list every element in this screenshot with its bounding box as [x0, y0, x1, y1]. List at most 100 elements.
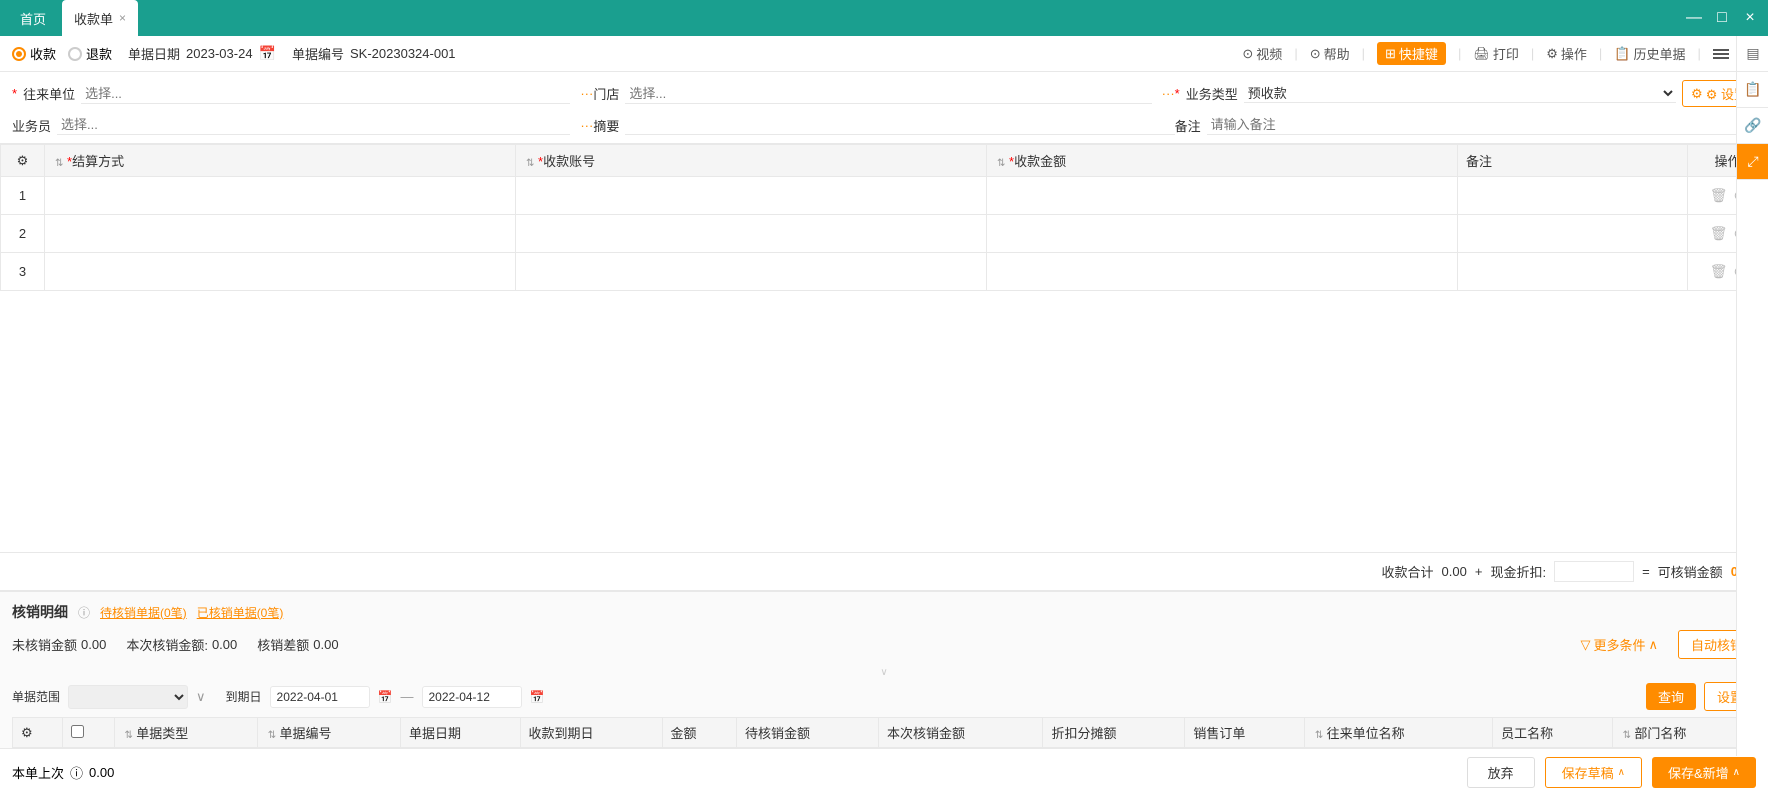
chevron-up-icon: ∧ — [1648, 637, 1658, 653]
divider2: | — [1362, 46, 1365, 61]
row-3-settlement[interactable] — [45, 253, 516, 291]
sort-icon-doc-type: ⇅ — [125, 730, 133, 741]
date-to-calendar-icon[interactable]: 📅 — [530, 690, 545, 704]
bottom-col-sales-order: 销售订单 — [1185, 718, 1304, 748]
tab-close-icon[interactable]: × — [119, 11, 126, 25]
prev-value: 0.00 — [89, 765, 114, 780]
abandon-button[interactable]: 放弃 — [1467, 757, 1535, 788]
print-action[interactable]: 🖨 打印 — [1473, 44, 1519, 63]
sales-more-icon[interactable]: ··· — [580, 118, 593, 133]
divider6: | — [1698, 46, 1701, 61]
menu-icon[interactable] — [1713, 49, 1729, 59]
date-to-input[interactable] — [422, 686, 522, 708]
menu-line1 — [1713, 49, 1729, 51]
receipt-table-body: 1 🗑 ⊕ 2 — [1, 177, 1768, 291]
more-conditions-link[interactable]: ▽ 更多条件 ∧ — [1580, 635, 1658, 654]
row-3-amount[interactable] — [987, 253, 1458, 291]
row-2-settlement[interactable] — [45, 215, 516, 253]
bottom-col-doc-type: ⇅ 单据类型 — [114, 718, 257, 748]
table-header-row: ⚙ ⇅ *结算方式 ⇅ *收款账号 ⇅ *收款金额 备注 — [1, 145, 1768, 177]
radio-receipt[interactable]: 收款 — [12, 44, 56, 63]
help-icon: ⊙ — [1310, 46, 1321, 62]
tab-receipt[interactable]: 收款单 × — [62, 0, 138, 36]
save-draft-label: 保存草稿 — [1562, 763, 1614, 782]
date-from-calendar-icon[interactable]: 📅 — [378, 690, 393, 704]
query-button[interactable]: 查询 — [1646, 683, 1696, 710]
minimize-button[interactable]: — — [1684, 9, 1704, 27]
sidebar-table-icon[interactable]: ▤ — [1737, 36, 1768, 72]
shortcut-action[interactable]: ⊞ 快捷键 — [1377, 42, 1446, 65]
remark-input[interactable] — [1207, 115, 1756, 135]
doc-range-select[interactable] — [68, 685, 188, 709]
row-1-account[interactable] — [516, 177, 987, 215]
sales-input[interactable] — [57, 115, 570, 135]
row-2-delete-icon[interactable]: 🗑 — [1710, 225, 1728, 242]
row-2-amount[interactable] — [987, 215, 1458, 253]
shop-label: 门店 — [593, 84, 619, 103]
radio-refund-label: 退款 — [86, 44, 112, 63]
shop-more-icon[interactable]: ··· — [1162, 86, 1175, 101]
writeoff-info-icon[interactable]: ⓘ — [78, 604, 90, 621]
divider4: | — [1531, 46, 1534, 61]
date-label: 单据日期 — [128, 44, 180, 63]
radio-refund-circle — [68, 47, 82, 61]
date-field: 单据日期 2023-03-24 📅 — [128, 44, 276, 63]
sidebar-doc-icon[interactable]: 📋 — [1737, 72, 1768, 108]
print-icon: 🖨 — [1473, 46, 1490, 62]
counterpart-input[interactable] — [81, 84, 570, 104]
tab-receipt-label: 收款单 — [74, 9, 113, 28]
col-settings-header[interactable]: ⚙ — [1, 145, 45, 177]
biz-type-select-wrap[interactable]: 预收款 — [1244, 85, 1676, 103]
pending-tab[interactable]: 待核销单据(0笔) — [100, 604, 187, 621]
discount-input[interactable] — [1554, 561, 1634, 582]
equals-sign: = — [1642, 564, 1650, 579]
menu-line2 — [1713, 53, 1729, 55]
operations-label: 操作 — [1561, 44, 1587, 63]
table-row: 1 🗑 ⊕ — [1, 177, 1768, 215]
remark-label: 备注 — [1175, 116, 1201, 135]
tab-home[interactable]: 首页 — [8, 0, 58, 36]
diff-value: 0.00 — [313, 637, 338, 652]
sort-icon-account: ⇅ — [526, 158, 534, 169]
row-1-remark[interactable] — [1458, 177, 1688, 215]
done-tab[interactable]: 已核销单据(0笔) — [197, 604, 284, 621]
save-draft-button[interactable]: 保存草稿 ∧ — [1545, 757, 1642, 788]
divider5: | — [1599, 46, 1602, 61]
counterpart-more-icon[interactable]: ··· — [580, 86, 593, 101]
date-from-input[interactable] — [270, 686, 370, 708]
bottom-table-header-row: ⚙ ⇅ 单据类型 ⇅ 单据编号 — [13, 718, 1756, 748]
radio-receipt-circle — [12, 47, 26, 61]
radio-refund[interactable]: 退款 — [68, 44, 112, 63]
bottom-col-counterpart: ⇅ 往来单位名称 — [1304, 718, 1492, 748]
biz-type-select[interactable]: 预收款 — [1244, 85, 1676, 102]
col-account-header: ⇅ *收款账号 — [516, 145, 987, 177]
current-label: 本次核销金额: — [126, 635, 208, 654]
row-3-remark[interactable] — [1458, 253, 1688, 291]
video-action[interactable]: ⊙ 视频 — [1242, 44, 1282, 63]
help-action[interactable]: ⊙ 帮助 — [1310, 44, 1350, 63]
save-new-button[interactable]: 保存&新增 ∧ — [1652, 757, 1756, 788]
row-2-remark[interactable] — [1458, 215, 1688, 253]
row-1-amount[interactable] — [987, 177, 1458, 215]
maximize-button[interactable]: □ — [1712, 9, 1732, 27]
summary-input[interactable] — [625, 115, 1174, 135]
prev-info-icon[interactable]: ⓘ — [70, 763, 83, 782]
close-button[interactable]: × — [1740, 9, 1760, 27]
sidebar-expand-icon[interactable]: ⤢ — [1737, 144, 1768, 180]
row-1-settlement[interactable] — [45, 177, 516, 215]
date-icon[interactable]: 📅 — [259, 45, 276, 62]
row-3-account[interactable] — [516, 253, 987, 291]
sidebar-link-icon[interactable]: 🔗 — [1737, 108, 1768, 144]
writeoff-title: 核销明细 — [12, 602, 68, 622]
row-1-delete-icon[interactable]: 🗑 — [1710, 187, 1728, 204]
operations-action[interactable]: ⚙ 操作 — [1546, 44, 1587, 63]
uncancelled-label: 未核销金额 — [12, 635, 77, 654]
doc-range-dropdown-icon: ∨ — [196, 689, 206, 705]
bottom-col-settings[interactable]: ⚙ — [13, 718, 63, 748]
history-action[interactable]: 📋 历史单据 — [1614, 44, 1685, 63]
row-2-account[interactable] — [516, 215, 987, 253]
col-amount-header: ⇅ *收款金额 — [987, 145, 1458, 177]
row-3-delete-icon[interactable]: 🗑 — [1710, 263, 1728, 280]
select-all-checkbox[interactable] — [71, 725, 84, 738]
shop-input[interactable] — [625, 84, 1151, 104]
